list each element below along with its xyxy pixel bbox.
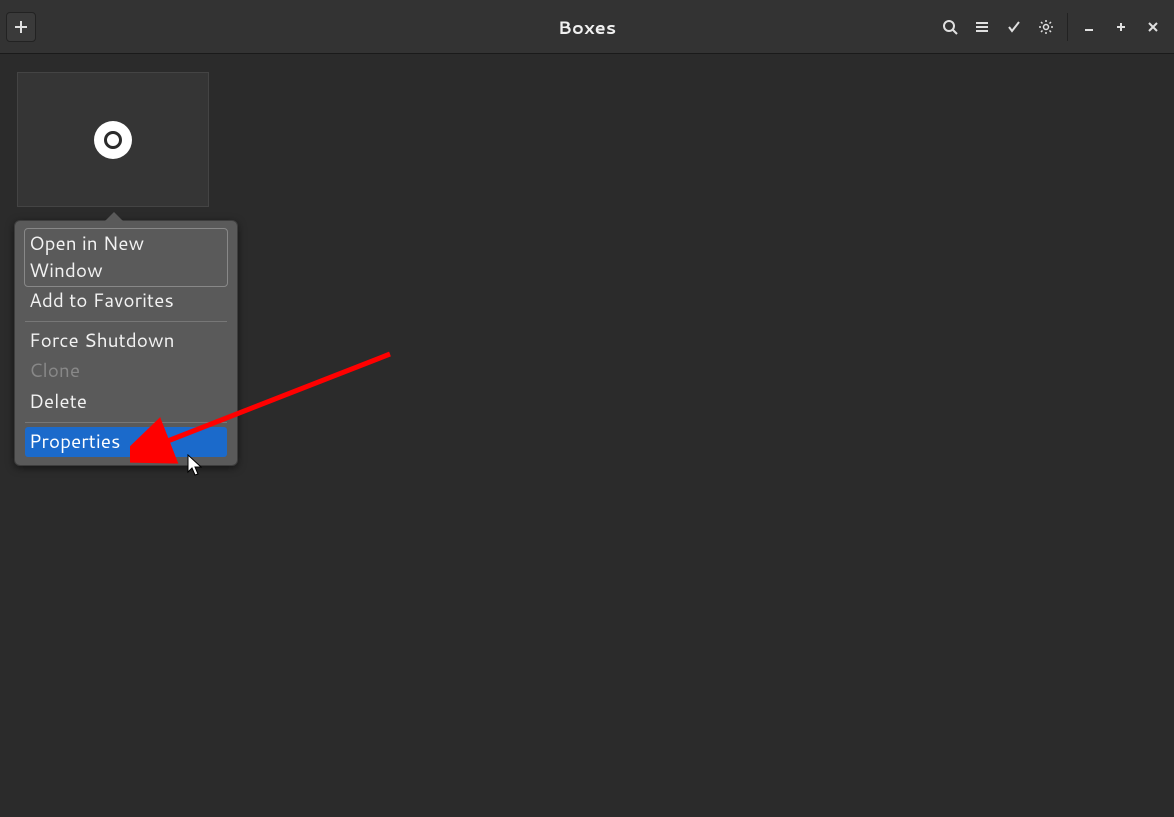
select-button[interactable]	[999, 12, 1029, 42]
close-icon	[1147, 21, 1159, 33]
menu-open-new-window[interactable]: Open in New Window	[25, 229, 227, 286]
new-button[interactable]	[6, 12, 36, 42]
menu-clone: Clone	[25, 356, 227, 387]
search-icon	[942, 19, 958, 35]
menu-add-favorites[interactable]: Add to Favorites	[25, 286, 227, 317]
maximize-icon	[1115, 21, 1127, 33]
headerbar-right	[935, 12, 1174, 42]
list-button[interactable]	[967, 12, 997, 42]
gear-icon	[1038, 19, 1054, 35]
minimize-button[interactable]	[1074, 12, 1104, 42]
minimize-icon	[1083, 21, 1095, 33]
menu-delete[interactable]: Delete	[25, 387, 227, 418]
menu-separator	[25, 321, 227, 322]
window-title: Boxes	[558, 14, 616, 40]
vm-tile[interactable]	[17, 72, 209, 207]
hamburger-icon	[974, 19, 990, 35]
context-menu: Open in New Window Add to Favorites Forc…	[14, 220, 238, 466]
checkmark-icon	[1006, 19, 1022, 35]
menu-properties[interactable]: Properties	[25, 427, 227, 458]
search-button[interactable]	[935, 12, 965, 42]
disc-icon	[94, 121, 132, 159]
headerbar: Boxes	[0, 0, 1174, 54]
content-area: Open in New Window Add to Favorites Forc…	[0, 54, 1174, 817]
separator	[1067, 13, 1068, 41]
menu-force-shutdown[interactable]: Force Shutdown	[25, 326, 227, 357]
plus-icon	[14, 20, 28, 34]
settings-button[interactable]	[1031, 12, 1061, 42]
menu-separator	[25, 422, 227, 423]
headerbar-left	[0, 12, 36, 42]
close-button[interactable]	[1138, 12, 1168, 42]
maximize-button[interactable]	[1106, 12, 1136, 42]
